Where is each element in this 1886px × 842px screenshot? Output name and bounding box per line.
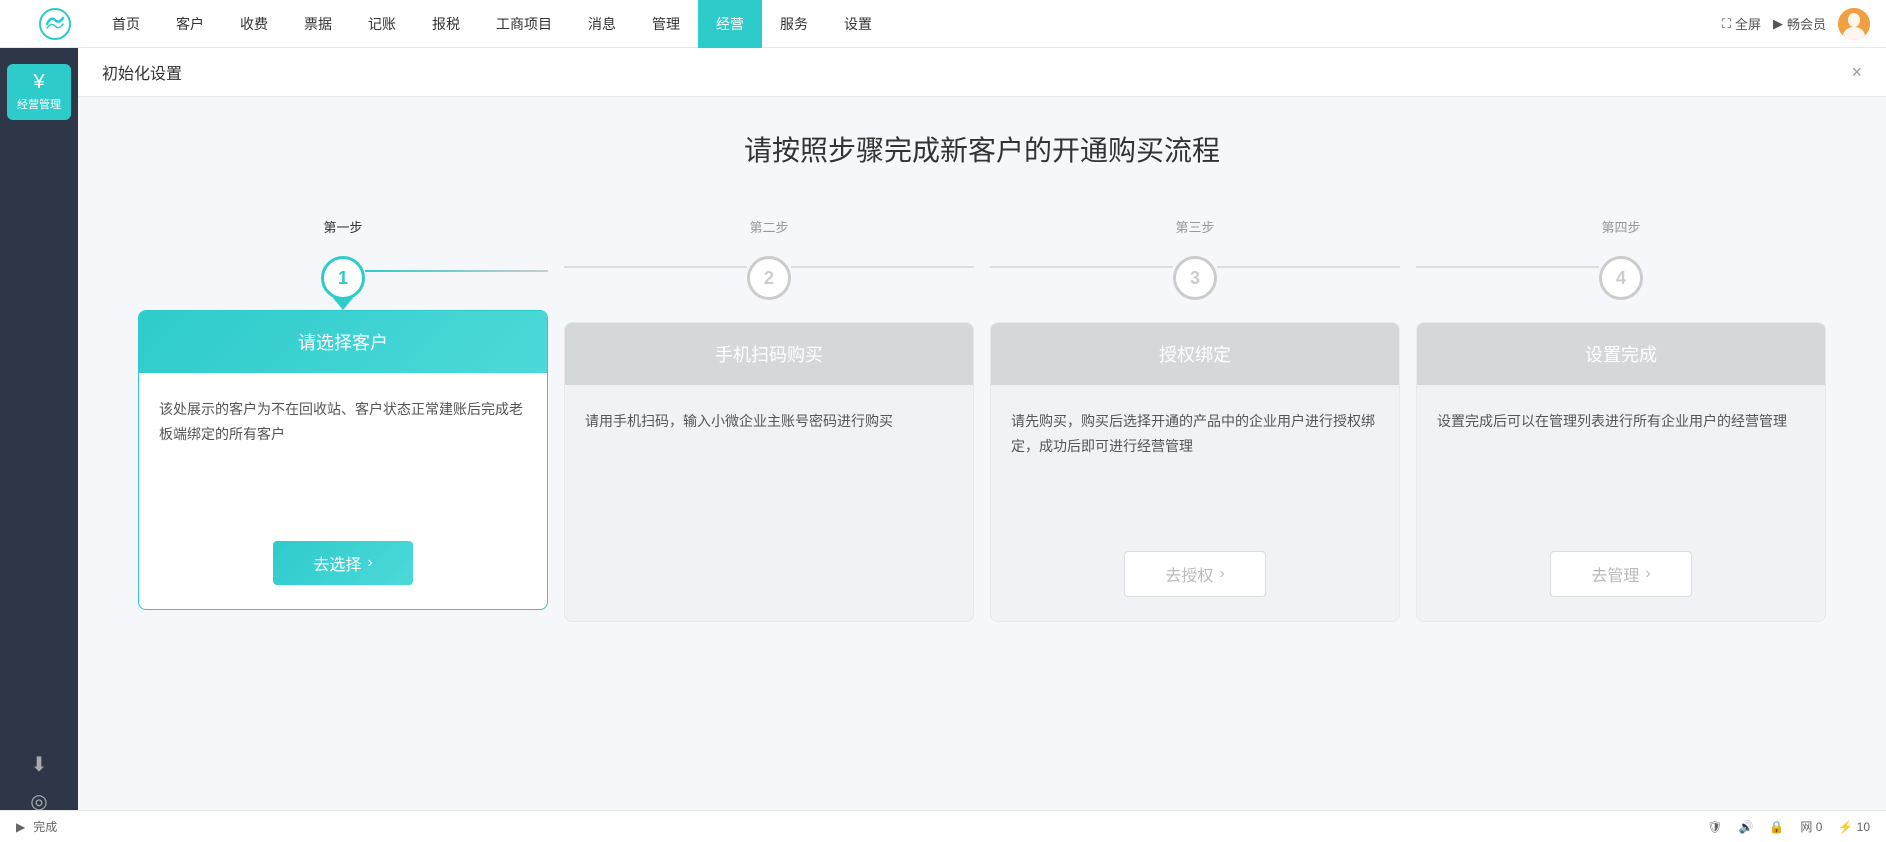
page-header: 初始化设置 × (78, 48, 1886, 97)
play-icon: ▶ (16, 820, 25, 834)
step1-action-button[interactable]: 去选择 › (273, 541, 412, 585)
setup-heading: 请按照步骤完成新客户的开通购买流程 (138, 129, 1826, 169)
fullscreen-icon: ⛶ (1722, 16, 1731, 32)
step2-circle: 2 (747, 256, 791, 300)
member-label: 畅会员 (1787, 14, 1826, 33)
step3-action-symbol: › (1219, 565, 1224, 583)
step-col-4: 第四步 4 设置完成 设置完成后可以在管理列表进行所有企业用户的经营管理 (1416, 217, 1826, 622)
step3-card-header: 授权绑定 (991, 323, 1399, 385)
connector-2b (791, 266, 974, 268)
network-info: 网 0 (1800, 818, 1822, 835)
step4-card-body: 设置完成后可以在管理列表进行所有企业用户的经营管理 (1417, 385, 1825, 535)
step3-action-label: 去授权 (1165, 562, 1213, 586)
step4-action-label: 去管理 (1591, 562, 1639, 586)
setup-area: 请按照步骤完成新客户的开通购买流程 第一步 1 (78, 97, 1886, 654)
connector-4a (1416, 266, 1599, 268)
step3-card-footer: 去授权 › (991, 535, 1399, 621)
layout: ¥ 经营管理 ⬇ ◎ 初始化设置 × 请按照步骤完成新客户的开通购买流程 第一步 (0, 48, 1886, 842)
step2-card-header: 手机扫码购买 (565, 323, 973, 385)
connector-2a (564, 266, 747, 268)
member-icon: ▶ (1773, 16, 1783, 32)
step1-card: 请选择客户 该处展示的客户为不在回收站、客户状态正常建账后完成老板端绑定的所有客… (138, 310, 548, 610)
step3-label: 第三步 (1175, 217, 1214, 236)
status-label: 完成 (33, 818, 57, 835)
step3-action-button[interactable]: 去授权 › (1124, 551, 1265, 597)
step3-circle-wrap: 3 (1173, 256, 1217, 312)
step4-card-header: 设置完成 (1417, 323, 1825, 385)
step4-action-symbol: › (1645, 565, 1650, 583)
step1-action-symbol: › (367, 554, 372, 572)
step3-card-body: 请先购买，购买后选择开通的产品中的企业用户进行授权绑定，成功后即可进行经营管理 (991, 385, 1399, 535)
step1-card-footer: 去选择 › (139, 525, 547, 609)
status-bar: ▶ 完成 🛡 🔊 🔒 网 0 ⚡ 10 (0, 810, 1886, 842)
page-title: 初始化设置 (102, 60, 182, 84)
step2-card: 手机扫码购买 请用手机扫码，输入小微企业主账号密码进行购买 (564, 322, 974, 622)
step4-card: 设置完成 设置完成后可以在管理列表进行所有企业用户的经营管理 去管理 › (1416, 322, 1826, 622)
step4-card-footer: 去管理 › (1417, 535, 1825, 621)
lock-icon: 🔒 (1769, 820, 1784, 834)
nav-right: ⛶ 全屏 ▶ 畅会员 (1722, 8, 1870, 40)
nav-invoice[interactable]: 票据 (286, 0, 350, 48)
battery-info: ⚡ 10 (1838, 820, 1870, 834)
nav-service[interactable]: 服务 (762, 0, 826, 48)
nav-message[interactable]: 消息 (570, 0, 634, 48)
sidebar-item-operation[interactable]: ¥ 经营管理 (7, 64, 71, 120)
nav-home[interactable]: 首页 (94, 0, 158, 48)
connector-3b (1217, 266, 1400, 268)
nav-customer[interactable]: 客户 (158, 0, 222, 48)
step2-card-footer (565, 581, 973, 621)
shield-icon: 🛡 (1707, 820, 1722, 834)
member-button[interactable]: ▶ 畅会员 (1773, 14, 1826, 33)
step4-action-button[interactable]: 去管理 › (1550, 551, 1691, 597)
step1-label: 第一步 (323, 217, 362, 236)
operation-icon: ¥ (33, 72, 44, 92)
sidebar-item-label: 经营管理 (17, 96, 61, 112)
nav-operation[interactable]: 经营 (698, 0, 762, 48)
fullscreen-button[interactable]: ⛶ 全屏 (1722, 14, 1761, 33)
nav-tax[interactable]: 报税 (414, 0, 478, 48)
nav-manage[interactable]: 管理 (634, 0, 698, 48)
step2-card-body: 请用手机扫码，输入小微企业主账号密码进行购买 (565, 385, 973, 581)
main-content: 初始化设置 × 请按照步骤完成新客户的开通购买流程 第一步 1 (78, 48, 1886, 842)
fullscreen-label: 全屏 (1735, 14, 1761, 33)
nav-accounting[interactable]: 记账 (350, 0, 414, 48)
logo-icon (39, 8, 71, 40)
step-col-3: 第三步 3 授权绑定 请先购买，购买后选择开通的产品中的企业用户进行授权绑定，成… (990, 217, 1400, 622)
nav-items: 首页 客户 收费 票据 记账 报税 工商项目 消息 管理 经营 服务 设置 (94, 0, 1722, 48)
steps-and-cards: 第一步 1 请选择客户 该处展示的客户为不在回收站、客户状态正常建账后完成老板端… (138, 217, 1826, 622)
step4-circle-wrap: 4 (1599, 256, 1643, 312)
step1-card-header: 请选择客户 (139, 311, 547, 373)
top-nav: 首页 客户 收费 票据 记账 报税 工商项目 消息 管理 经营 服务 设置 ⛶ … (0, 0, 1886, 48)
connector-3a (990, 266, 1173, 268)
avatar[interactable] (1838, 8, 1870, 40)
nav-business[interactable]: 工商项目 (478, 0, 570, 48)
step2-circle-wrap: 2 (747, 256, 791, 312)
nav-settings[interactable]: 设置 (826, 0, 890, 48)
status-right: 🛡 🔊 🔒 网 0 ⚡ 10 (1707, 818, 1870, 835)
close-button[interactable]: × (1851, 62, 1862, 83)
step1-card-body: 该处展示的客户为不在回收站、客户状态正常建账后完成老板端绑定的所有客户 (139, 373, 547, 525)
step4-circle: 4 (1599, 256, 1643, 300)
logo (16, 8, 94, 40)
connector-1 (365, 270, 548, 272)
download-icon[interactable]: ⬇ (31, 752, 48, 777)
step3-circle: 3 (1173, 256, 1217, 300)
step4-label: 第四步 (1601, 217, 1640, 236)
step1-circle: 1 (321, 256, 365, 300)
sidebar: ¥ 经营管理 ⬇ ◎ (0, 48, 78, 842)
step2-label: 第二步 (749, 217, 788, 236)
step-col-1: 第一步 1 请选择客户 该处展示的客户为不在回收站、客户状态正常建账后完成老板端… (138, 217, 548, 622)
step1-action-label: 去选择 (313, 551, 361, 575)
status-left: ▶ 完成 (16, 818, 57, 835)
step-col-2: 第二步 2 手机扫码购买 请用手机扫码，输入小微企业主账号密码进行购买 (564, 217, 974, 622)
volume-icon: 🔊 (1738, 820, 1753, 834)
nav-billing[interactable]: 收费 (222, 0, 286, 48)
step1-circle-wrap: 1 (321, 256, 365, 310)
step3-card: 授权绑定 请先购买，购买后选择开通的产品中的企业用户进行授权绑定，成功后即可进行… (990, 322, 1400, 622)
